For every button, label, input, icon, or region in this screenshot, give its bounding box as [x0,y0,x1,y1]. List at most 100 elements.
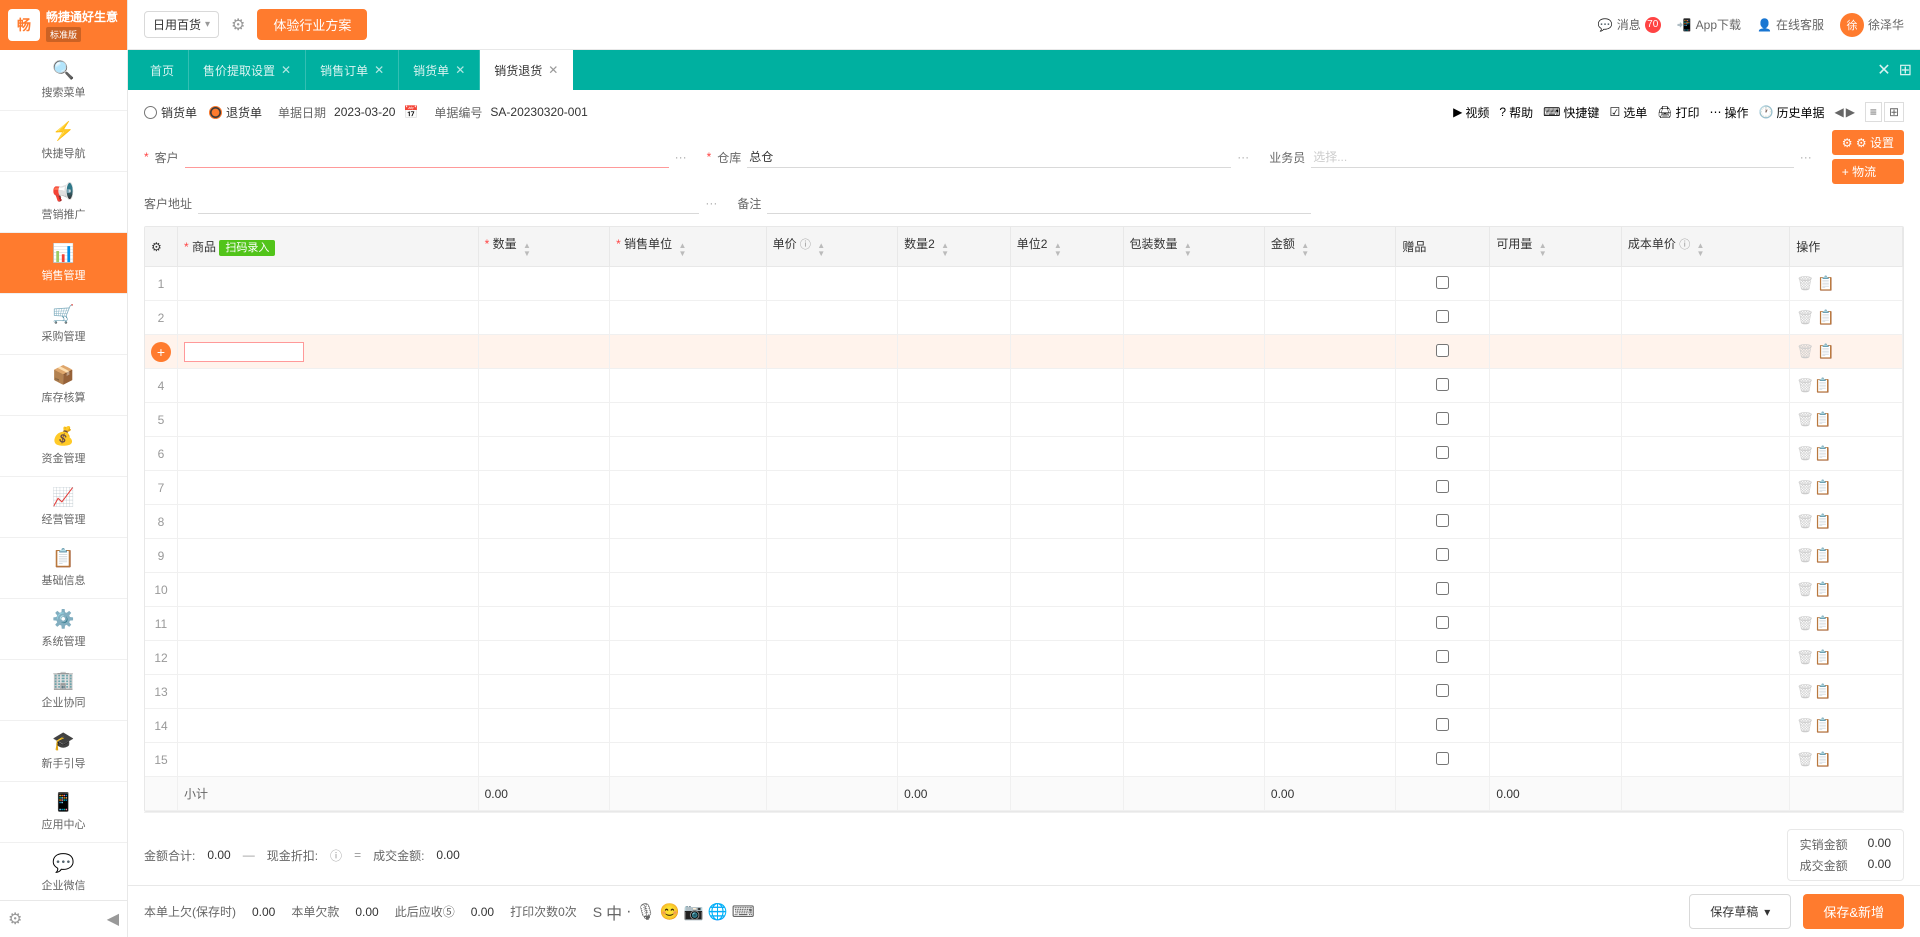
sidebar-item-newbie[interactable]: 🎓 新手引导 [0,721,127,782]
toolbar-help-btn[interactable]: ? 帮助 [1499,104,1533,121]
sidebar-item-finance[interactable]: 💰 资金管理 [0,416,127,477]
row-1-sales-unit[interactable] [610,267,766,301]
sidebar-item-inventory[interactable]: 📦 库存核算 [0,355,127,416]
qty-sort-icon[interactable]: ▲▼ [523,242,531,258]
sidebar-item-basic[interactable]: 📋 基础信息 [0,538,127,599]
row-2-copy-icon[interactable]: 📋 [1817,309,1834,325]
row-3-unit2[interactable] [1010,335,1123,369]
online-service-btn[interactable]: 👤 在线客服 [1757,16,1824,33]
sidebar-item-system[interactable]: ⚙️ 系统管理 [0,599,127,660]
sidebar-item-shortcut[interactable]: ⚡ 快捷导航 [0,111,127,172]
row-1-delete-icon[interactable]: 🗑 [1796,275,1814,291]
sougou-icon[interactable]: S [593,904,602,920]
r4a[interactable] [1264,369,1396,403]
tab-sales-delivery-close-icon[interactable]: ✕ [455,63,465,77]
add-row-btn[interactable]: + [151,342,171,362]
sidebar-collapse-btn[interactable]: ◀ [107,909,119,929]
amount-sort-icon[interactable]: ▲▼ [1301,242,1309,258]
tab-sales-return[interactable]: 销货退货 ✕ [480,50,573,90]
sidebar-settings-btn[interactable]: ⚙ [8,909,22,929]
save-draft-button[interactable]: 保存草稿 ▾ [1689,894,1791,929]
input-icon1[interactable]: 中 [606,900,622,924]
cash-discount-info-icon[interactable]: ⓘ [330,847,342,864]
staff-more-icon[interactable]: ··· [1800,150,1812,164]
date-value[interactable]: 2023-03-20 [334,105,395,119]
row-3-quantity[interactable] [478,335,610,369]
customer-more-icon[interactable]: ··· [675,150,687,164]
toolbar-shortcut-btn[interactable]: ⌨ 快捷键 [1543,104,1599,121]
qty2-sort-icon[interactable]: ▲▼ [941,242,949,258]
note-input[interactable] [767,192,1310,214]
row-1-unit2[interactable] [1010,267,1123,301]
message-btn[interactable]: 💬 消息 70 [1598,16,1661,33]
toolbar-select-btn[interactable]: ☑ 选单 [1609,104,1647,121]
row-2-sales-unit[interactable] [610,301,766,335]
staff-input[interactable]: 选择... [1311,146,1794,168]
row-1-unit-price[interactable] [766,267,898,301]
sidebar-item-marketing[interactable]: 📢 营销推广 [0,172,127,233]
r4cp[interactable] [1621,369,1789,403]
row-2-amount[interactable] [1264,301,1396,335]
r4g[interactable] [1396,369,1490,403]
input-icon5[interactable]: 📷 [684,902,704,922]
costprice-sort-icon[interactable]: ▲▼ [1697,242,1705,258]
warehouse-more-icon[interactable]: ··· [1237,150,1249,164]
row-3-sales-unit[interactable] [610,335,766,369]
next-btn[interactable]: ▶ [1846,105,1855,119]
row-3-cost-price[interactable] [1621,335,1789,369]
row-1-quantity2[interactable] [898,267,1011,301]
radio-return-input[interactable] [209,106,222,119]
r4-del[interactable]: 🗑 [1796,377,1814,393]
row-1-cost-price[interactable] [1621,267,1789,301]
cost-price-info-icon[interactable]: ⓘ [1679,239,1690,251]
row-1-pack-qty[interactable] [1123,267,1264,301]
tab-price-close-icon[interactable]: ✕ [281,63,291,77]
packqty-sort-icon[interactable]: ▲▼ [1184,242,1192,258]
save-new-button[interactable]: 保存&新增 [1803,894,1904,929]
col-settings[interactable]: ⚙ [145,227,178,267]
address-more-icon[interactable]: ··· [705,196,717,210]
toolbar-operation-btn[interactable]: ⋯ 操作 [1709,104,1748,121]
toolbar-video-btn[interactable]: ▶ 视频 [1453,104,1489,121]
tab-more-icon[interactable]: ⊞ [1899,60,1912,80]
settings-btn[interactable]: ⚙ ⚙ 设置 [1832,130,1904,155]
industry-select[interactable]: 日用百货 ▾ [144,11,219,38]
row-1-gift-checkbox[interactable] [1436,276,1449,289]
radio-sale-input[interactable] [144,106,157,119]
row-3-gift-checkbox[interactable] [1436,344,1449,357]
calendar-icon[interactable]: 📅 [403,105,418,119]
sidebar-item-purchase[interactable]: 🛒 采购管理 [0,294,127,355]
toolbar-print-btn[interactable]: 🖨 打印 [1657,104,1699,121]
row-2-unit2[interactable] [1010,301,1123,335]
row-2-pack-qty[interactable] [1123,301,1264,335]
toolbar-history-btn[interactable]: 🕐 历史单据 [1758,104,1824,121]
row-3-available[interactable] [1490,335,1622,369]
row-1-amount[interactable] [1264,267,1396,301]
user-profile-btn[interactable]: 徐 徐泽华 [1840,13,1904,37]
input-icon4[interactable]: 😊 [660,902,680,922]
row-2-gift[interactable] [1396,301,1490,335]
list-view-btn[interactable]: ≡ [1865,102,1882,122]
price-sort-icon[interactable]: ▲▼ [817,242,825,258]
unit-sort-icon[interactable]: ▲▼ [678,242,686,258]
row-1-copy-icon[interactable]: 📋 [1817,275,1834,291]
sidebar-item-enterprise[interactable]: 🏢 企业协同 [0,660,127,721]
row-3-product[interactable] [178,335,479,369]
row-1-quantity[interactable] [478,267,610,301]
r4-copy[interactable]: 📋 [1814,377,1831,393]
available-sort-icon[interactable]: ▲▼ [1539,242,1547,258]
customer-input[interactable] [185,146,669,168]
warehouse-input[interactable]: 总仓 [747,146,1231,168]
sidebar-item-operations[interactable]: 📈 经营管理 [0,477,127,538]
tab-close-all-icon[interactable]: ✕ [1877,60,1890,80]
row-3-quantity2[interactable] [898,335,1011,369]
radio-return[interactable]: 退货单 [209,104,262,121]
row-3-amount[interactable] [1264,335,1396,369]
prev-btn[interactable]: ◀ [1834,105,1843,119]
input-icon2[interactable]: · [626,903,631,921]
row-2-quantity[interactable] [478,301,610,335]
row-3-delete-icon[interactable]: 🗑 [1796,343,1814,359]
tab-sales-order-close-icon[interactable]: ✕ [374,63,384,77]
number-value[interactable]: SA-20230320-001 [490,105,587,119]
row-3-gift[interactable] [1396,335,1490,369]
